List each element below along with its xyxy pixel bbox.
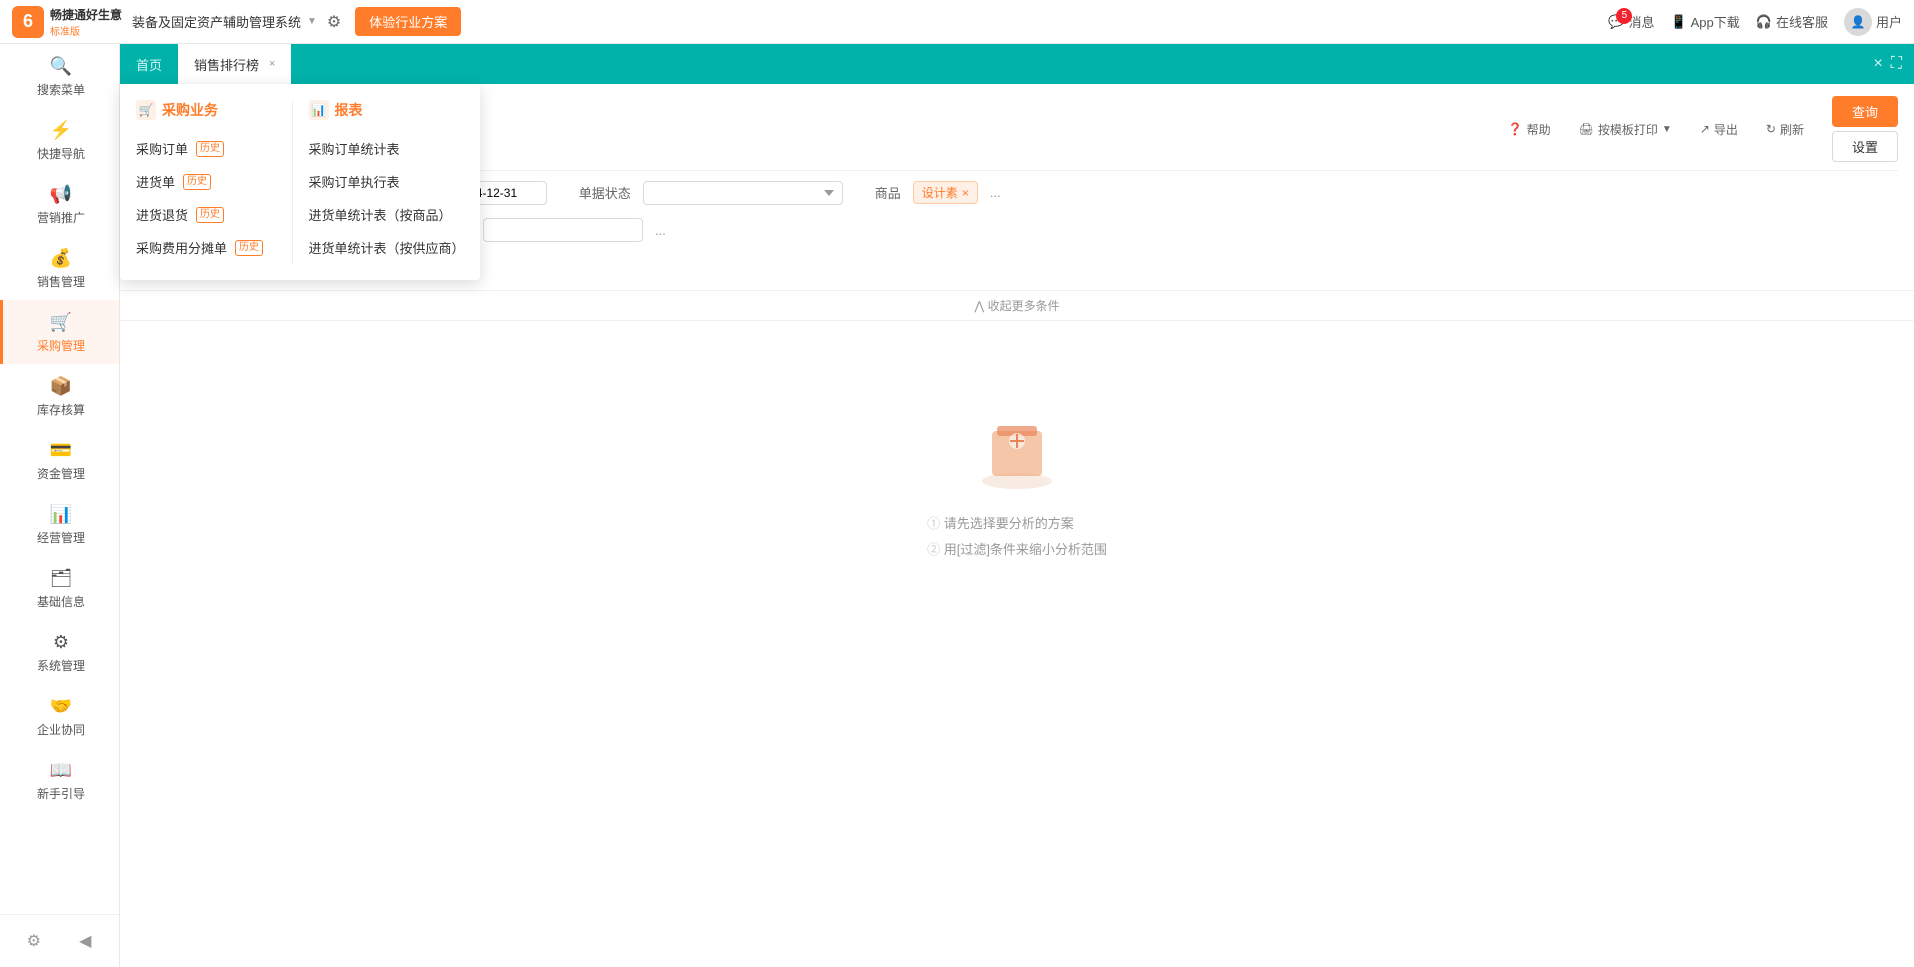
lightning-icon: ⚡: [50, 120, 72, 141]
chart-icon: 📊: [50, 504, 72, 525]
history-badge-1[interactable]: 历史: [183, 174, 211, 190]
goods-label: 商品: [875, 183, 901, 202]
app-download-btn[interactable]: 📱 App下载: [1670, 12, 1739, 31]
dropdown-item-incoming[interactable]: 进货单 历史: [136, 165, 292, 198]
money-icon: 💰: [50, 248, 72, 269]
sidebar-item-basic[interactable]: 🗂 基础信息: [0, 556, 119, 620]
mobile-icon: 📱: [1670, 14, 1686, 30]
dropdown-item-purchase-order[interactable]: 采购订单 历史: [136, 132, 292, 165]
sidebar-collapse-btn[interactable]: ◀: [62, 925, 110, 957]
tab-close-icon[interactable]: ×: [269, 58, 275, 70]
print-btn[interactable]: 🖨 按模板打印 ▼: [1571, 117, 1680, 142]
dropdown-item-return[interactable]: 进货退货 历史: [136, 198, 292, 231]
settings-icon: ⚙: [53, 632, 69, 653]
set-btn[interactable]: 设置: [1832, 131, 1898, 162]
help-icon: ❓: [1508, 122, 1523, 136]
refresh-btn[interactable]: ↻ 刷新: [1758, 117, 1812, 142]
dropdown-col-report: 📊 报表 采购订单统计表 采购订单执行表 进货单统计表（按商品） 进货单统计表（…: [292, 100, 465, 264]
card-icon: 💳: [50, 440, 72, 461]
empty-state: ① 请先选择要分析的方案 ② 用[过滤]条件来缩小分析范围: [120, 321, 1914, 643]
sidebar-item-shortcut[interactable]: ⚡ 快捷导航: [0, 108, 119, 172]
system-area: 装备及固定资产辅助管理系统 ▼ ⚙ 体验行业方案: [132, 7, 1608, 36]
goods-tag-close[interactable]: ×: [962, 186, 969, 200]
collapse-bar[interactable]: ⋀ 收起更多条件: [120, 291, 1914, 321]
message-btn[interactable]: 💬 5 消息: [1608, 12, 1654, 31]
sidebar-item-search[interactable]: 🔍 搜索菜单: [0, 44, 119, 108]
print-dropdown-arrow[interactable]: ▼: [1662, 124, 1672, 135]
dropdown-col-purchase: 🛒 采购业务 采购订单 历史 进货单 历史 进货退货 历史 采购费用分摊单 历史: [136, 100, 292, 264]
handshake-icon: 🤝: [50, 696, 72, 717]
goods-tag: 设计素 ×: [913, 181, 978, 204]
logo-text: 畅捷通好生意 标准版: [50, 6, 122, 38]
export-icon: ↗: [1700, 122, 1710, 136]
dropdown-item-incoming-goods[interactable]: 进货单统计表（按商品）: [309, 198, 465, 231]
industry-btn[interactable]: 体验行业方案: [355, 7, 461, 36]
sidebar-item-purchase[interactable]: 🛒 采购管理: [0, 300, 119, 364]
sidebar-item-guide[interactable]: 📖 新手引导: [0, 748, 119, 812]
sidebar-item-finance[interactable]: 💳 资金管理: [0, 428, 119, 492]
dropdown-item-incoming-supplier[interactable]: 进货单统计表（按供应商）: [309, 231, 465, 264]
query-btn[interactable]: 查询: [1832, 96, 1898, 127]
fullscreen-icon[interactable]: ⛶: [1891, 55, 1902, 73]
history-badge-3[interactable]: 历史: [235, 240, 263, 256]
nav-tabs: 首页 销售排行榜 × × ⛶: [120, 44, 1914, 84]
salesperson-dots[interactable]: ...: [655, 223, 666, 238]
sidebar: 🔍 搜索菜单 ⚡ 快捷导航 📢 营销推广 💰 销售管理 🛒 采购管理 📦 库存核…: [0, 44, 120, 967]
folder-icon: 🗂: [50, 568, 73, 589]
close-window-icon[interactable]: ×: [1873, 55, 1882, 73]
gear-icon[interactable]: ⚙: [327, 12, 341, 32]
history-badge-0[interactable]: 历史: [196, 141, 224, 157]
empty-hints: ① 请先选择要分析的方案 ② 用[过滤]条件来缩小分析范围: [927, 511, 1107, 563]
sidebar-item-inventory[interactable]: 📦 库存核算: [0, 364, 119, 428]
notif-badge: 💬 5: [1608, 14, 1624, 30]
dropdown-item-order-stats[interactable]: 采购订单统计表: [309, 132, 465, 165]
cart-icon: 🛒: [50, 312, 72, 333]
headset-icon: 🎧: [1756, 14, 1772, 30]
print-icon: 🖨: [1579, 122, 1594, 136]
user-avatar: 👤: [1844, 8, 1872, 36]
help-btn[interactable]: ❓ 帮助: [1500, 117, 1559, 142]
logo-area: 6 畅捷通好生意 标准版: [12, 6, 132, 38]
megaphone-icon: 📢: [50, 184, 72, 205]
message-count: 5: [1616, 8, 1632, 24]
sidebar-bottom: ⚙ ◀: [0, 914, 119, 967]
tab-home[interactable]: 首页: [120, 44, 178, 84]
sidebar-settings-btn[interactable]: ⚙: [10, 925, 58, 957]
salesperson-input[interactable]: [483, 218, 643, 242]
sidebar-item-marketing[interactable]: 📢 营销推广: [0, 172, 119, 236]
logo-icon: 6: [12, 6, 44, 38]
purchase-dropdown-menu: 🛒 采购业务 采购订单 历史 进货单 历史 进货退货 历史 采购费用分摊单 历史…: [120, 84, 480, 280]
export-btn[interactable]: ↗ 导出: [1692, 117, 1746, 142]
empty-illustration: [967, 401, 1067, 501]
tab-sales-rank[interactable]: 销售排行榜 ×: [178, 44, 291, 84]
sidebar-item-enterprise[interactable]: 🤝 企业协同: [0, 684, 119, 748]
search-icon: 🔍: [50, 56, 72, 77]
history-badge-2[interactable]: 历史: [196, 207, 224, 223]
book-icon: 📖: [50, 760, 72, 781]
report-section-icon: 📊: [309, 100, 329, 120]
refresh-icon: ↻: [1766, 122, 1776, 136]
top-bar-right: 💬 5 消息 📱 App下载 🎧 在线客服 👤 用户: [1608, 8, 1902, 36]
goods-dots[interactable]: ...: [990, 185, 1001, 200]
doc-status-label: 单据状态: [579, 183, 631, 202]
user-btn[interactable]: 👤 用户: [1844, 8, 1902, 36]
report-section-title: 📊 报表: [309, 100, 465, 120]
nav-tab-icons: × ⛶: [1873, 55, 1914, 73]
doc-status-select[interactable]: [643, 181, 843, 205]
online-service-btn[interactable]: 🎧 在线客服: [1756, 12, 1828, 31]
purchase-section-title: 🛒 采购业务: [136, 100, 292, 120]
collapse-icon: ⋀: [974, 299, 984, 313]
top-bar: 6 畅捷通好生意 标准版 装备及固定资产辅助管理系统 ▼ ⚙ 体验行业方案 💬 …: [0, 0, 1914, 44]
box-icon: 📦: [50, 376, 72, 397]
sidebar-item-operation[interactable]: 📊 经营管理: [0, 492, 119, 556]
sidebar-item-system[interactable]: ⚙ 系统管理: [0, 620, 119, 684]
system-dropdown-arrow[interactable]: ▼: [307, 16, 317, 27]
system-name[interactable]: 装备及固定资产辅助管理系统: [132, 12, 301, 31]
dropdown-item-cost-alloc[interactable]: 采购费用分摊单 历史: [136, 231, 292, 264]
sidebar-item-sales[interactable]: 💰 销售管理: [0, 236, 119, 300]
dropdown-item-order-exec[interactable]: 采购订单执行表: [309, 165, 465, 198]
purchase-section-icon: 🛒: [136, 100, 156, 120]
